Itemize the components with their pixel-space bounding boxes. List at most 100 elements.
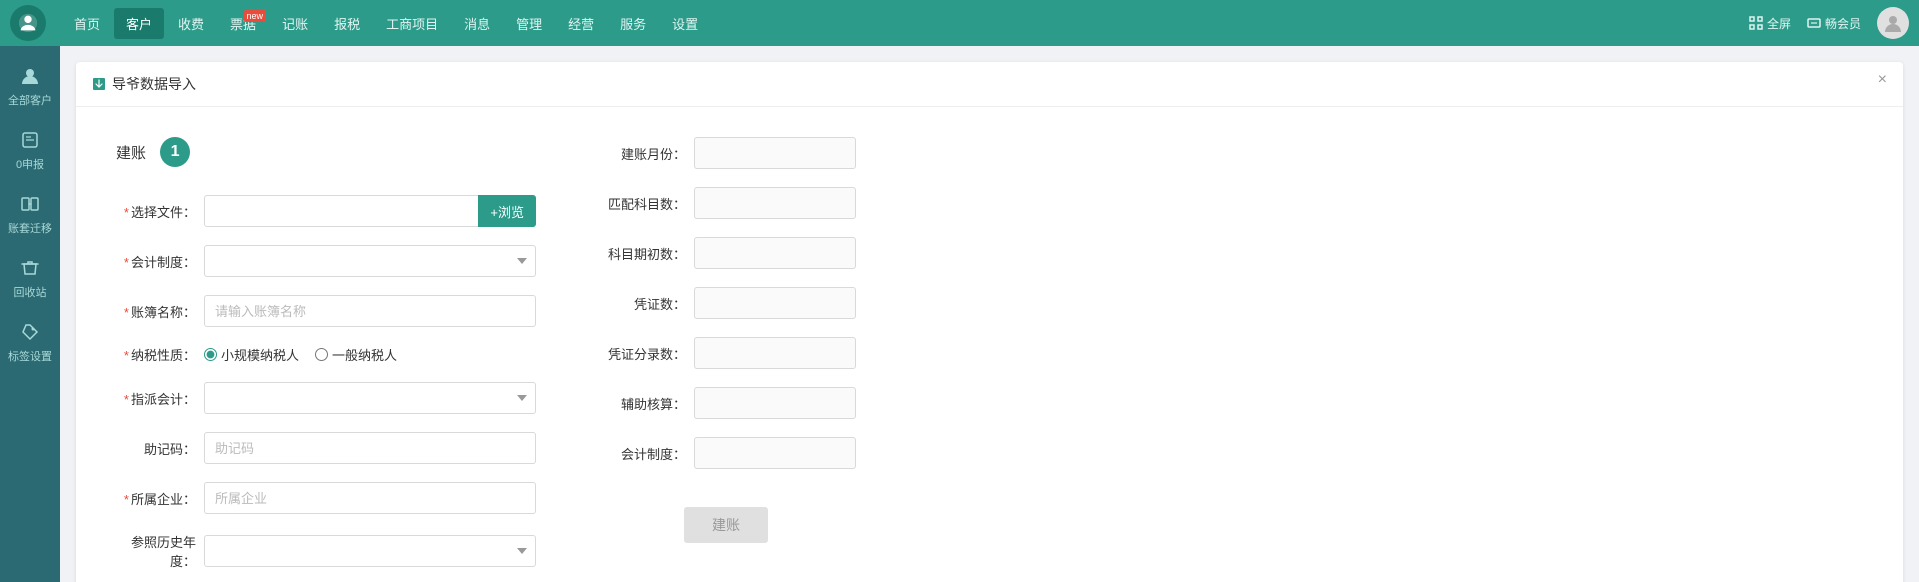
initial-balance-row: 科目期初数： [596, 237, 856, 269]
match-subjects-row: 匹配科目数： [596, 187, 856, 219]
voucher-entries-label: 凭证分录数： [596, 344, 686, 363]
dialog-close-button[interactable]: × [1878, 72, 1887, 88]
declare-icon [18, 128, 42, 152]
nav-item-management[interactable]: 管理 [504, 8, 554, 39]
sidebar-item-trash[interactable]: 回收站 [0, 248, 60, 308]
nav-item-home[interactable]: 首页 [62, 8, 112, 39]
tax-type-label: 纳税性质： [116, 345, 196, 364]
company-row: 所属企业： [116, 482, 536, 514]
right-accounting-system-value [694, 437, 856, 469]
file-input-group: +浏览 [204, 195, 536, 227]
nav-menu: 首页 客户 收费 票据 new 记账 报税 工商项目 消息 管理 经营 服务 设… [62, 8, 1749, 39]
aux-accounting-label: 辅助核算： [596, 394, 686, 413]
dialog-body: 建账 1 选择文件： +浏览 会计制度： [76, 107, 1903, 582]
voucher-entries-row: 凭证分录数： [596, 337, 856, 369]
sidebar-item-tag[interactable]: 标签设置 [0, 312, 60, 372]
sidebar-item-declare[interactable]: 0申报 [0, 120, 60, 180]
person-icon [18, 64, 42, 88]
history-year-label: 参照历史年度： [116, 532, 196, 570]
sidebar: 全部客户 0申报 账套迁移 [0, 46, 60, 582]
nav-right-actions: 全屏 畅会员 [1749, 7, 1909, 39]
voucher-entries-value [694, 337, 856, 369]
tax-type-row: 纳税性质： 小规模纳税人 一般纳税人 [116, 345, 536, 364]
user-avatar[interactable] [1877, 7, 1909, 39]
sidebar-label-migrate: 账套迁移 [8, 220, 52, 236]
ledger-name-input[interactable] [204, 295, 536, 327]
vouchers-row: 凭证数： [596, 287, 856, 319]
assign-accountant-select[interactable] [204, 382, 536, 414]
initial-balance-value [694, 237, 856, 269]
new-badge: new [244, 10, 267, 22]
memo-row: 助记码： [116, 432, 536, 464]
memo-input[interactable] [204, 432, 536, 464]
nav-item-customers[interactable]: 客户 [114, 8, 164, 39]
step-circle: 1 [160, 137, 190, 167]
select-file-label: 选择文件： [116, 202, 196, 221]
vouchers-label: 凭证数： [596, 294, 686, 313]
sidebar-label-all-customers: 全部客户 [8, 92, 52, 108]
tax-small-input[interactable] [204, 348, 217, 361]
main-layout: 全部客户 0申报 账套迁移 [0, 46, 1919, 582]
migrate-icon [18, 192, 42, 216]
accounting-system-row: 会计制度： [116, 245, 536, 277]
nav-item-messages[interactable]: 消息 [452, 8, 502, 39]
vouchers-value [694, 287, 856, 319]
sidebar-label-trash: 回收站 [14, 284, 47, 300]
fullscreen-label: 全屏 [1767, 15, 1791, 32]
nav-item-tax[interactable]: 报税 [322, 8, 372, 39]
nav-item-invoices[interactable]: 票据 new [218, 8, 268, 39]
trash-icon [18, 256, 42, 280]
company-input[interactable] [204, 482, 536, 514]
nav-item-operations[interactable]: 经营 [556, 8, 606, 39]
form-step-header: 建账 1 [116, 137, 536, 167]
main-content: 导爷数据导入 × 建账 1 选择文件： +浏览 [60, 46, 1919, 582]
member-label: 畅会员 [1825, 15, 1861, 32]
nav-item-accounts[interactable]: 记账 [270, 8, 320, 39]
nav-item-business[interactable]: 工商项目 [374, 8, 450, 39]
month-row: 建账月份： [596, 137, 856, 169]
nav-item-services[interactable]: 服务 [608, 8, 658, 39]
assign-accountant-label: 指派会计： [116, 389, 196, 408]
sidebar-label-declare: 0申报 [16, 156, 44, 172]
ledger-name-label: 账簿名称： [116, 302, 196, 321]
tax-type-small-radio[interactable]: 小规模纳税人 [204, 345, 299, 364]
accounting-system-label: 会计制度： [116, 252, 196, 271]
initial-balance-label: 科目期初数： [596, 244, 686, 263]
dialog-card: 导爷数据导入 × 建账 1 选择文件： +浏览 [76, 62, 1903, 582]
history-year-row: 参照历史年度： [116, 532, 536, 570]
form-right: 建账月份： 匹配科目数： 科目期初数： 凭证数： [596, 137, 856, 570]
aux-accounting-value [694, 387, 856, 419]
import-icon [92, 77, 106, 91]
sidebar-label-tag: 标签设置 [8, 348, 52, 364]
nav-item-billing[interactable]: 收费 [166, 8, 216, 39]
form-left: 建账 1 选择文件： +浏览 会计制度： [116, 137, 536, 570]
file-text-input[interactable] [204, 195, 478, 227]
aux-accounting-row: 辅助核算： [596, 387, 856, 419]
app-logo[interactable] [10, 5, 46, 41]
tax-small-label: 小规模纳税人 [221, 345, 299, 364]
sidebar-item-migrate[interactable]: 账套迁移 [0, 184, 60, 244]
select-file-row: 选择文件： +浏览 [116, 195, 536, 227]
step-label: 建账 [116, 142, 146, 163]
assign-accountant-row: 指派会计： [116, 382, 536, 414]
tax-type-radio-group: 小规模纳税人 一般纳税人 [204, 345, 397, 364]
browse-button[interactable]: +浏览 [478, 195, 536, 227]
create-account-button[interactable]: 建账 [684, 507, 768, 543]
tax-general-input[interactable] [315, 348, 328, 361]
right-accounting-system-label: 会计制度： [596, 444, 686, 463]
history-year-select[interactable] [204, 535, 536, 567]
company-label: 所属企业： [116, 489, 196, 508]
nav-item-settings[interactable]: 设置 [660, 8, 710, 39]
month-value [694, 137, 856, 169]
sidebar-item-all-customers[interactable]: 全部客户 [0, 56, 60, 116]
ledger-name-row: 账簿名称： [116, 295, 536, 327]
tax-type-general-radio[interactable]: 一般纳税人 [315, 345, 397, 364]
accounting-system-select[interactable] [204, 245, 536, 277]
top-navigation: 首页 客户 收费 票据 new 记账 报税 工商项目 消息 管理 经营 服务 设… [0, 0, 1919, 46]
member-button[interactable]: 畅会员 [1807, 15, 1861, 32]
match-subjects-value [694, 187, 856, 219]
memo-label: 助记码： [116, 439, 196, 458]
right-accounting-system-row: 会计制度： [596, 437, 856, 469]
fullscreen-button[interactable]: 全屏 [1749, 15, 1791, 32]
dialog-header: 导爷数据导入 [76, 62, 1903, 107]
